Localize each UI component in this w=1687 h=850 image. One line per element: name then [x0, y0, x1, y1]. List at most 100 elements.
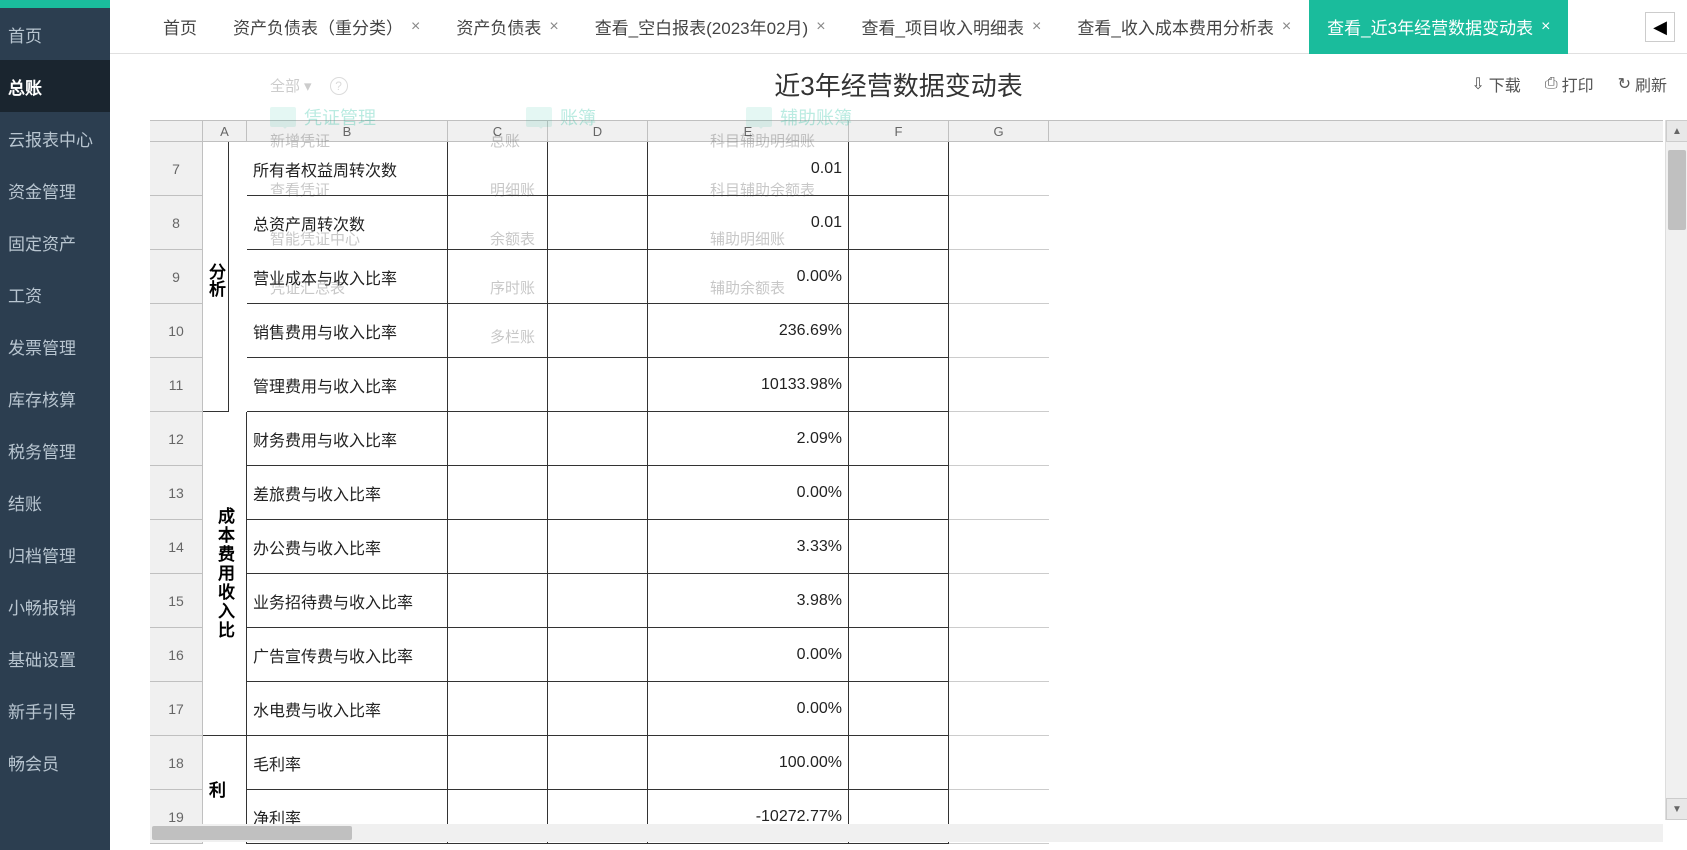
cell[interactable] — [849, 304, 949, 358]
cell-value[interactable]: 236.69% — [648, 304, 849, 358]
cell-value[interactable]: 10133.98% — [648, 358, 849, 412]
sidebar-item-ledger[interactable]: 总账 — [0, 60, 110, 112]
cell-value[interactable]: 3.33% — [648, 520, 849, 574]
tab-project-income[interactable]: 查看_项目收入明细表× — [844, 0, 1060, 54]
horizontal-scrollbar[interactable] — [150, 824, 1663, 842]
scroll-thumb[interactable] — [152, 826, 352, 840]
cell[interactable] — [448, 358, 548, 412]
cell-merged-cost-ratio[interactable]: 成本费用收入比 — [203, 412, 247, 736]
cell-label[interactable]: 营业成本与收入比率 — [247, 250, 448, 304]
cell[interactable] — [448, 682, 548, 736]
cell[interactable] — [548, 196, 648, 250]
cell[interactable] — [448, 142, 548, 196]
cell[interactable] — [949, 628, 1049, 682]
cell-label[interactable]: 业务招待费与收入比率 — [247, 574, 448, 628]
refresh-button[interactable]: ↻刷新 — [1618, 72, 1667, 96]
cell-label[interactable]: 管理费用与收入比率 — [247, 358, 448, 412]
cell[interactable] — [949, 250, 1049, 304]
sidebar-item-archive[interactable]: 归档管理 — [0, 528, 110, 580]
close-icon[interactable]: × — [411, 18, 420, 36]
row-header[interactable]: 17 — [150, 682, 203, 736]
sidebar-item-member[interactable]: 畅会员 — [0, 736, 110, 788]
row-header[interactable]: 11 — [150, 358, 203, 412]
row-header[interactable]: 12 — [150, 412, 203, 466]
sidebar-item-tax[interactable]: 税务管理 — [0, 424, 110, 476]
col-header-b[interactable]: B — [247, 121, 448, 141]
cell[interactable] — [849, 682, 949, 736]
close-icon[interactable]: × — [1541, 18, 1550, 36]
cell-value[interactable]: 100.00% — [648, 736, 849, 790]
cell[interactable] — [548, 142, 648, 196]
close-icon[interactable]: × — [816, 18, 825, 36]
col-header-f[interactable]: F — [849, 121, 949, 141]
cell[interactable] — [949, 520, 1049, 574]
cell[interactable] — [448, 736, 548, 790]
cell[interactable] — [949, 574, 1049, 628]
tab-3year-trend[interactable]: 查看_近3年经营数据变动表× — [1309, 0, 1568, 54]
cell-label[interactable]: 差旅费与收入比率 — [247, 466, 448, 520]
cell-label[interactable]: 财务费用与收入比率 — [247, 412, 448, 466]
row-header[interactable]: 18 — [150, 736, 203, 790]
row-header[interactable]: 15 — [150, 574, 203, 628]
cell[interactable] — [548, 358, 648, 412]
tab-income-cost[interactable]: 查看_收入成本费用分析表× — [1059, 0, 1309, 54]
col-header-g[interactable]: G — [949, 121, 1049, 141]
cell[interactable] — [448, 574, 548, 628]
cell[interactable] — [849, 736, 949, 790]
print-button[interactable]: ⎙打印 — [1545, 72, 1594, 96]
cell[interactable] — [949, 682, 1049, 736]
cell-value[interactable]: 2.09% — [648, 412, 849, 466]
sidebar-item-salary[interactable]: 工资 — [0, 268, 110, 320]
cell[interactable] — [548, 412, 648, 466]
cell[interactable] — [849, 142, 949, 196]
cell[interactable] — [949, 736, 1049, 790]
cell-label[interactable]: 所有者权益周转次数 — [247, 142, 448, 196]
cell[interactable] — [949, 412, 1049, 466]
cell[interactable] — [548, 736, 648, 790]
cell[interactable] — [548, 520, 648, 574]
close-icon[interactable]: × — [549, 18, 558, 36]
cell[interactable] — [849, 196, 949, 250]
cell[interactable] — [949, 304, 1049, 358]
cell[interactable] — [448, 196, 548, 250]
cell[interactable] — [849, 466, 949, 520]
cell-value[interactable]: 0.00% — [648, 628, 849, 682]
cell[interactable] — [548, 682, 648, 736]
cell[interactable] — [949, 142, 1049, 196]
row-header[interactable]: 8 — [150, 196, 203, 250]
cell-merged-analysis[interactable]: 分析 — [203, 142, 229, 412]
sidebar-item-inventory[interactable]: 库存核算 — [0, 372, 110, 424]
cell[interactable] — [949, 358, 1049, 412]
cell-value[interactable]: 3.98% — [648, 574, 849, 628]
cell[interactable] — [448, 520, 548, 574]
cell[interactable] — [548, 304, 648, 358]
col-header-d[interactable]: D — [548, 121, 648, 141]
col-header-e[interactable]: E — [648, 121, 849, 141]
cell[interactable] — [548, 628, 648, 682]
cell[interactable] — [849, 250, 949, 304]
col-header-c[interactable]: C — [448, 121, 548, 141]
tab-balance[interactable]: 资产负债表× — [438, 0, 576, 54]
cell-value[interactable]: 0.01 — [648, 142, 849, 196]
cell[interactable] — [548, 466, 648, 520]
cell-label[interactable]: 办公费与收入比率 — [247, 520, 448, 574]
cell[interactable] — [448, 250, 548, 304]
sidebar-item-invoice[interactable]: 发票管理 — [0, 320, 110, 372]
cell[interactable] — [849, 412, 949, 466]
scroll-up-icon[interactable]: ▲ — [1666, 120, 1687, 142]
row-header[interactable]: 10 — [150, 304, 203, 358]
corner-cell[interactable] — [150, 121, 203, 141]
cell-label[interactable]: 广告宣传费与收入比率 — [247, 628, 448, 682]
cell-label[interactable]: 毛利率 — [247, 736, 448, 790]
row-header[interactable]: 13 — [150, 466, 203, 520]
cell[interactable] — [548, 574, 648, 628]
col-header-a[interactable]: A — [203, 121, 247, 141]
sidebar-item-guide[interactable]: 新手引导 — [0, 684, 110, 736]
cell[interactable] — [849, 574, 949, 628]
sidebar-item-funds[interactable]: 资金管理 — [0, 164, 110, 216]
cell[interactable] — [448, 412, 548, 466]
row-header[interactable]: 14 — [150, 520, 203, 574]
tab-balance-reclass[interactable]: 资产负债表（重分类）× — [215, 0, 438, 54]
tab-home[interactable]: 首页 — [145, 0, 215, 54]
row-header[interactable]: 16 — [150, 628, 203, 682]
